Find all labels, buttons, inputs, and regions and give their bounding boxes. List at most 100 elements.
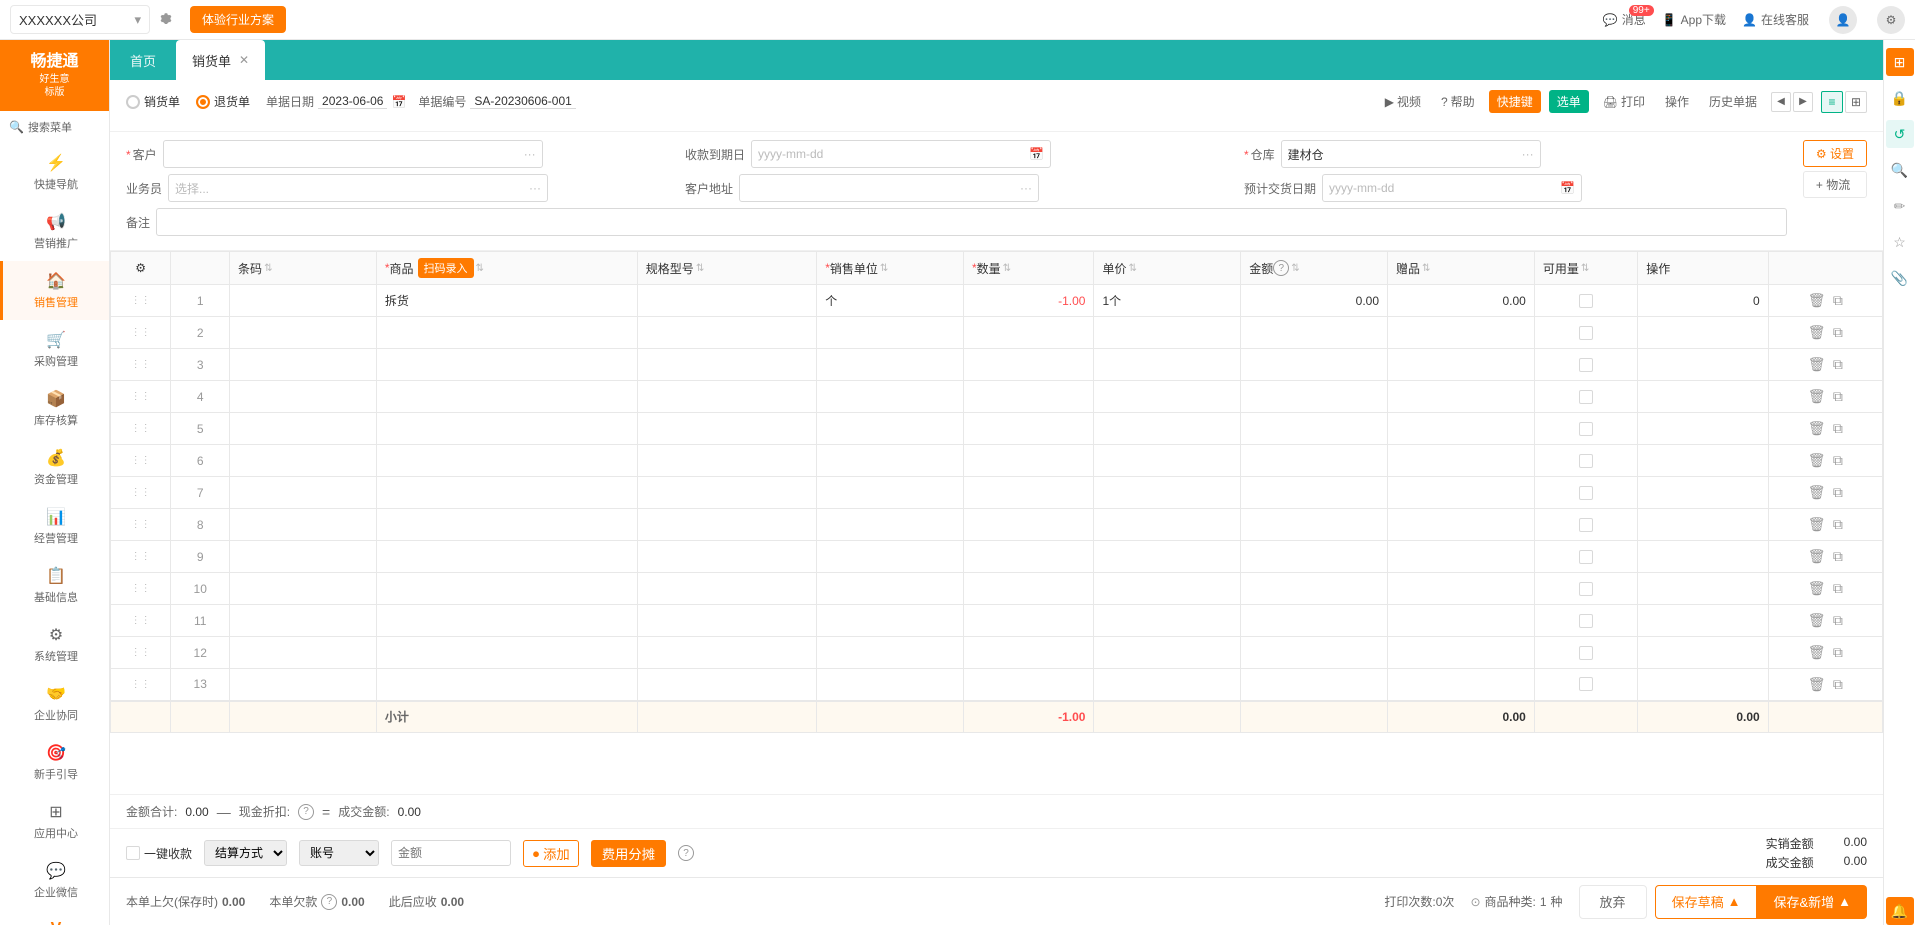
row-unit[interactable] (817, 381, 964, 413)
row-product[interactable] (376, 317, 637, 349)
overdue-help-icon[interactable]: ? (321, 894, 337, 910)
product-kind-icon[interactable]: ⊙ (1470, 895, 1480, 909)
history-btn[interactable]: 历史单据 (1703, 91, 1763, 112)
message-btn[interactable]: 💬 消息 99+ (1603, 11, 1646, 28)
sort-amount[interactable]: ⇅ (1422, 263, 1430, 274)
rsp-search-icon[interactable]: 🔍 (1886, 156, 1914, 184)
row-pkgqty[interactable] (1094, 637, 1241, 669)
row-gift[interactable] (1534, 637, 1637, 669)
calendar-icon[interactable]: 📅 (391, 95, 406, 109)
sidebar-item-guide[interactable]: 🎯 新手引导 (0, 733, 109, 792)
gift-checkbox[interactable] (1579, 294, 1593, 308)
row-barcode[interactable] (230, 317, 377, 349)
rsp-clip-icon[interactable]: 📎 (1886, 264, 1914, 292)
row-product[interactable] (376, 637, 637, 669)
sidebar-item-enterprise[interactable]: 🤝 企业协同 (0, 674, 109, 733)
rsp-alert-icon[interactable]: 🔔 (1886, 897, 1914, 925)
row-price[interactable] (1241, 413, 1388, 445)
warehouse-input[interactable]: 建材仓 ··· (1281, 140, 1541, 168)
row-price[interactable] (1241, 509, 1388, 541)
tab-close-icon[interactable]: ✕ (239, 53, 249, 67)
sort-price[interactable]: ⇅ (1291, 263, 1299, 274)
shortcut-btn[interactable]: 快捷键 (1489, 90, 1541, 113)
trial-btn[interactable]: 体验行业方案 (190, 6, 286, 33)
row-barcode[interactable] (230, 669, 377, 701)
row-product[interactable] (376, 381, 637, 413)
radio-return-order[interactable]: 退货单 (196, 93, 250, 110)
row-pkgqty[interactable] (1094, 669, 1241, 701)
delete-row-btn[interactable]: 🗑 (1806, 514, 1828, 535)
sidebar-item-app-center[interactable]: ⊞ 应用中心 (0, 792, 109, 851)
scan-btn[interactable]: 扫码录入 (418, 258, 474, 278)
row-gift[interactable] (1534, 381, 1637, 413)
row-qty[interactable] (963, 445, 1093, 477)
add-payment-btn[interactable]: ● 添加 (523, 840, 579, 867)
row-price[interactable]: 0.00 (1241, 285, 1388, 317)
rsp-refresh-icon[interactable]: ↺ (1886, 120, 1914, 148)
copy-row-btn[interactable]: ⧉ (1831, 514, 1845, 535)
price-help-icon[interactable]: ? (1273, 260, 1289, 276)
delete-row-btn[interactable]: 🗑 (1806, 386, 1828, 407)
gift-checkbox[interactable] (1579, 677, 1593, 691)
delete-row-btn[interactable]: 🗑 (1806, 322, 1828, 343)
row-spec[interactable] (637, 509, 816, 541)
row-pkgqty[interactable] (1094, 317, 1241, 349)
row-unit[interactable] (817, 349, 964, 381)
sidebar-item-quick-nav[interactable]: ⚡ 快捷导航 (0, 143, 109, 202)
row-pkgqty[interactable] (1094, 573, 1241, 605)
row-amount[interactable] (1388, 445, 1535, 477)
row-pkgqty[interactable] (1094, 381, 1241, 413)
row-spec[interactable] (637, 381, 816, 413)
row-gift[interactable] (1534, 541, 1637, 573)
account-select[interactable]: 账号 (299, 840, 379, 866)
row-pkgqty[interactable] (1094, 477, 1241, 509)
row-pkgqty[interactable] (1094, 445, 1241, 477)
row-product[interactable]: 拆货 (376, 285, 637, 317)
radio-sales-order[interactable]: 销货单 (126, 93, 180, 110)
row-gift[interactable] (1534, 605, 1637, 637)
expense-split-btn[interactable]: 费用分摊 (591, 840, 666, 867)
sidebar-item-marketing[interactable]: 📢 营销推广 (0, 202, 109, 261)
sidebar-item-basic[interactable]: 📋 基础信息 (0, 556, 109, 615)
row-amount[interactable] (1388, 605, 1535, 637)
gift-checkbox[interactable] (1579, 454, 1593, 468)
row-product[interactable] (376, 573, 637, 605)
delete-row-btn[interactable]: 🗑 (1806, 482, 1828, 503)
row-barcode[interactable] (230, 637, 377, 669)
row-spec[interactable] (637, 285, 816, 317)
payment-date-input[interactable]: yyyy-mm-dd 📅 (751, 140, 1051, 168)
row-spec[interactable] (637, 573, 816, 605)
row-price[interactable] (1241, 541, 1388, 573)
customer-addr-input[interactable]: ··· (739, 174, 1039, 202)
row-product[interactable] (376, 445, 637, 477)
row-unit[interactable]: 个 (817, 285, 964, 317)
row-gift[interactable] (1534, 509, 1637, 541)
row-unit[interactable] (817, 669, 964, 701)
row-price[interactable] (1241, 445, 1388, 477)
settings-btn[interactable]: ⚙ 设置 (1803, 140, 1867, 167)
row-price[interactable] (1241, 477, 1388, 509)
calc-method-select[interactable]: 结算方式 (204, 840, 287, 866)
row-qty[interactable] (963, 349, 1093, 381)
gift-checkbox[interactable] (1579, 326, 1593, 340)
row-pkgqty[interactable]: 1个 (1094, 285, 1241, 317)
gift-checkbox[interactable] (1579, 486, 1593, 500)
sidebar-item-purchase[interactable]: 🛒 采购管理 (0, 320, 109, 379)
row-amount[interactable] (1388, 669, 1535, 701)
delete-row-btn[interactable]: 🗑 (1806, 290, 1828, 311)
save-draft-btn[interactable]: 保存草稿 ▲ (1655, 885, 1758, 919)
row-barcode[interactable] (230, 541, 377, 573)
row-pkgqty[interactable] (1094, 541, 1241, 573)
row-spec[interactable] (637, 637, 816, 669)
row-gift[interactable] (1534, 285, 1637, 317)
row-barcode[interactable] (230, 605, 377, 637)
amount-input[interactable] (391, 840, 511, 866)
row-price[interactable] (1241, 573, 1388, 605)
discount-help-icon[interactable]: ? (298, 804, 314, 820)
gift-checkbox[interactable] (1579, 614, 1593, 628)
sort-qty[interactable]: ⇅ (1003, 263, 1011, 274)
online-service-btn[interactable]: 👤 在线客服 (1742, 11, 1809, 28)
one-click-checkbox[interactable] (126, 846, 140, 860)
delete-row-btn[interactable]: 🗑 (1806, 674, 1828, 695)
copy-row-btn[interactable]: ⧉ (1831, 674, 1845, 695)
